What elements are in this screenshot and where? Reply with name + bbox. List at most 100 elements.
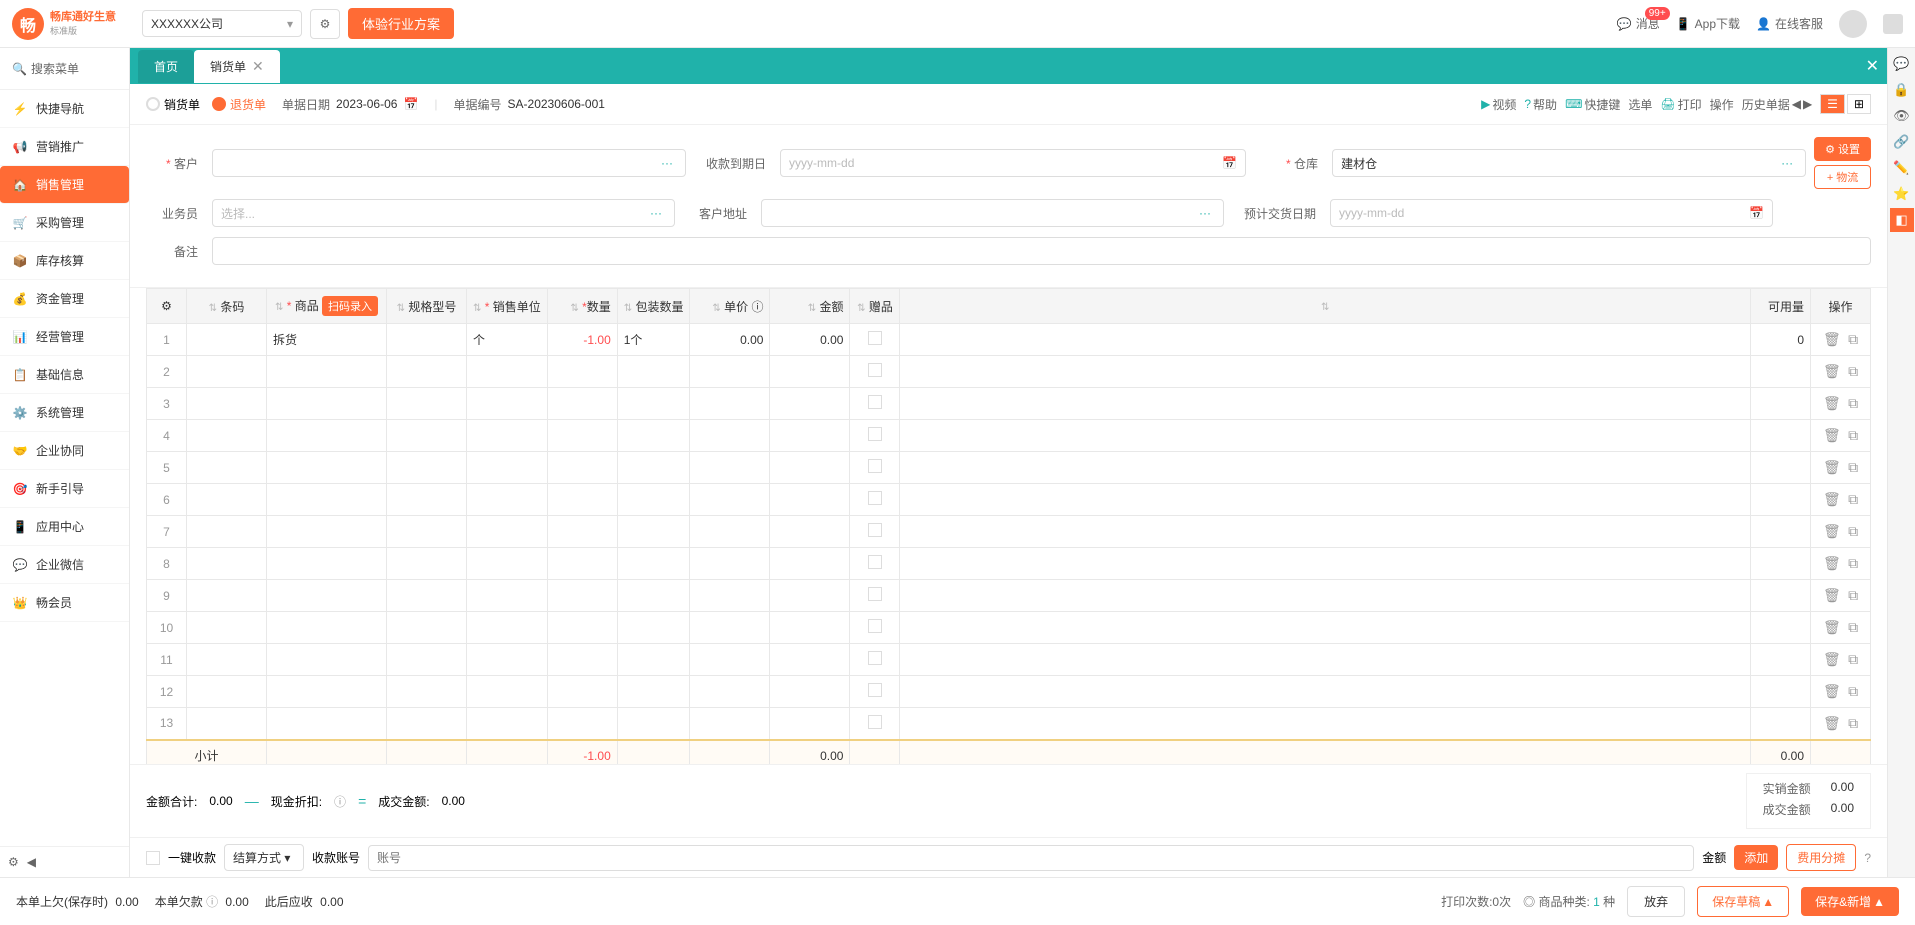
- cell-remarks[interactable]: [900, 324, 1751, 356]
- cell-unit[interactable]: [467, 612, 548, 644]
- cell-spec[interactable]: [387, 420, 467, 452]
- th-price[interactable]: ⇅ 单价 ⓘ: [690, 289, 770, 324]
- calendar-icon[interactable]: 📅: [403, 97, 418, 111]
- copy-icon[interactable]: ⧉: [1848, 523, 1858, 539]
- cell-price[interactable]: [690, 644, 770, 676]
- select-link[interactable]: 选单: [1628, 96, 1652, 113]
- logistics-button[interactable]: + 物流: [1814, 165, 1871, 189]
- expected-date-calendar-icon[interactable]: 📅: [1749, 206, 1764, 220]
- cell-price[interactable]: [690, 452, 770, 484]
- cell-qty[interactable]: [547, 548, 617, 580]
- cell-pack-qty[interactable]: [617, 484, 690, 516]
- radio-return-order[interactable]: 退货单: [212, 96, 266, 113]
- cell-amount[interactable]: [770, 580, 850, 612]
- cell-pack-qty[interactable]: 1个: [617, 324, 690, 356]
- tab-bar-close-icon[interactable]: ✕: [1866, 56, 1879, 76]
- delete-icon[interactable]: 🗑: [1823, 491, 1841, 507]
- cell-spec[interactable]: [387, 676, 467, 708]
- cell-qty[interactable]: [547, 420, 617, 452]
- cell-pack-qty[interactable]: [617, 452, 690, 484]
- cell-amount[interactable]: [770, 548, 850, 580]
- fenyong-button[interactable]: 费用分摊: [1786, 844, 1856, 871]
- cell-amount[interactable]: [770, 676, 850, 708]
- cell-remarks[interactable]: [900, 356, 1751, 388]
- cell-product[interactable]: [267, 356, 387, 388]
- collect-date-input[interactable]: yyyy-mm-dd 📅: [780, 149, 1246, 177]
- sidebar-item-finance[interactable]: 💰 资金管理: [0, 280, 129, 318]
- cell-amount[interactable]: 0.00: [770, 324, 850, 356]
- cell-price[interactable]: [690, 388, 770, 420]
- message-button[interactable]: 💬 消息 99+: [1617, 15, 1660, 32]
- tab-close-icon[interactable]: ✕: [252, 58, 264, 75]
- rs-star-icon[interactable]: ⭐: [1890, 182, 1914, 206]
- th-barcode[interactable]: ⇅ 条码: [187, 289, 267, 324]
- cell-qty[interactable]: [547, 708, 617, 740]
- cell-barcode[interactable]: [187, 484, 267, 516]
- cell-unit[interactable]: [467, 388, 548, 420]
- delete-icon[interactable]: 🗑: [1823, 363, 1841, 379]
- cell-remarks[interactable]: [900, 644, 1751, 676]
- cell-product[interactable]: [267, 548, 387, 580]
- settings-icon[interactable]: ⚙: [310, 9, 340, 39]
- cell-unit[interactable]: [467, 484, 548, 516]
- sidebar-item-basic-info[interactable]: 📋 基础信息: [0, 356, 129, 394]
- cell-price[interactable]: [690, 516, 770, 548]
- cell-pack-qty[interactable]: [617, 356, 690, 388]
- delete-icon[interactable]: 🗑: [1823, 459, 1841, 475]
- copy-icon[interactable]: ⧉: [1848, 619, 1858, 635]
- cell-unit[interactable]: [467, 452, 548, 484]
- abandon-button[interactable]: 放弃: [1627, 886, 1685, 917]
- th-pack-qty[interactable]: ⇅ 包装数量: [617, 289, 690, 324]
- cell-pack-qty[interactable]: [617, 420, 690, 452]
- cell-barcode[interactable]: [187, 388, 267, 420]
- cell-amount[interactable]: [770, 612, 850, 644]
- cell-spec[interactable]: [387, 356, 467, 388]
- cell-barcode[interactable]: [187, 516, 267, 548]
- radio-sales-order[interactable]: 销货单: [146, 96, 200, 113]
- cell-barcode[interactable]: [187, 708, 267, 740]
- cell-remarks[interactable]: [900, 708, 1751, 740]
- history-link[interactable]: 历史单据 ◀ ▶: [1742, 96, 1812, 113]
- product-type-link[interactable]: 1: [1593, 895, 1600, 909]
- cell-unit[interactable]: [467, 580, 548, 612]
- cell-product[interactable]: [267, 452, 387, 484]
- cell-pack-qty[interactable]: [617, 644, 690, 676]
- copy-icon[interactable]: ⧉: [1848, 651, 1858, 667]
- cell-gift[interactable]: [850, 580, 900, 612]
- cell-barcode[interactable]: [187, 644, 267, 676]
- delete-icon[interactable]: 🗑: [1823, 427, 1841, 443]
- th-settings[interactable]: ⚙: [147, 289, 187, 324]
- cell-unit[interactable]: [467, 516, 548, 548]
- cell-remarks[interactable]: [900, 452, 1751, 484]
- customer-input-dots[interactable]: ···: [657, 156, 677, 170]
- cell-remarks[interactable]: [900, 484, 1751, 516]
- copy-icon[interactable]: ⧉: [1848, 683, 1858, 699]
- cell-pack-qty[interactable]: [617, 516, 690, 548]
- cell-barcode[interactable]: [187, 676, 267, 708]
- cell-price[interactable]: [690, 484, 770, 516]
- cell-price[interactable]: [690, 548, 770, 580]
- cell-remarks[interactable]: [900, 420, 1751, 452]
- cell-qty[interactable]: [547, 676, 617, 708]
- cell-spec[interactable]: [387, 548, 467, 580]
- add-button[interactable]: 添加: [1734, 845, 1778, 870]
- expected-date-input[interactable]: yyyy-mm-dd 📅: [1330, 199, 1773, 227]
- cell-gift[interactable]: [850, 516, 900, 548]
- cell-qty[interactable]: [547, 612, 617, 644]
- gift-checkbox[interactable]: [868, 651, 882, 665]
- account-input[interactable]: [368, 845, 1694, 871]
- cell-remarks[interactable]: [900, 548, 1751, 580]
- cell-barcode[interactable]: [187, 356, 267, 388]
- cell-qty[interactable]: [547, 484, 617, 516]
- delete-icon[interactable]: 🗑: [1823, 331, 1841, 347]
- table-container[interactable]: ⚙ ⇅ 条码 ⇅ * 商品 扫码录入: [146, 288, 1871, 764]
- gift-checkbox[interactable]: [868, 459, 882, 473]
- cell-unit[interactable]: [467, 644, 548, 676]
- cell-qty[interactable]: [547, 580, 617, 612]
- gift-checkbox[interactable]: [868, 555, 882, 569]
- cell-amount[interactable]: [770, 420, 850, 452]
- th-amount[interactable]: ⇅ 金额: [770, 289, 850, 324]
- cell-unit[interactable]: 个: [467, 324, 548, 356]
- cell-gift[interactable]: [850, 676, 900, 708]
- help-link[interactable]: ? 帮助: [1524, 96, 1557, 113]
